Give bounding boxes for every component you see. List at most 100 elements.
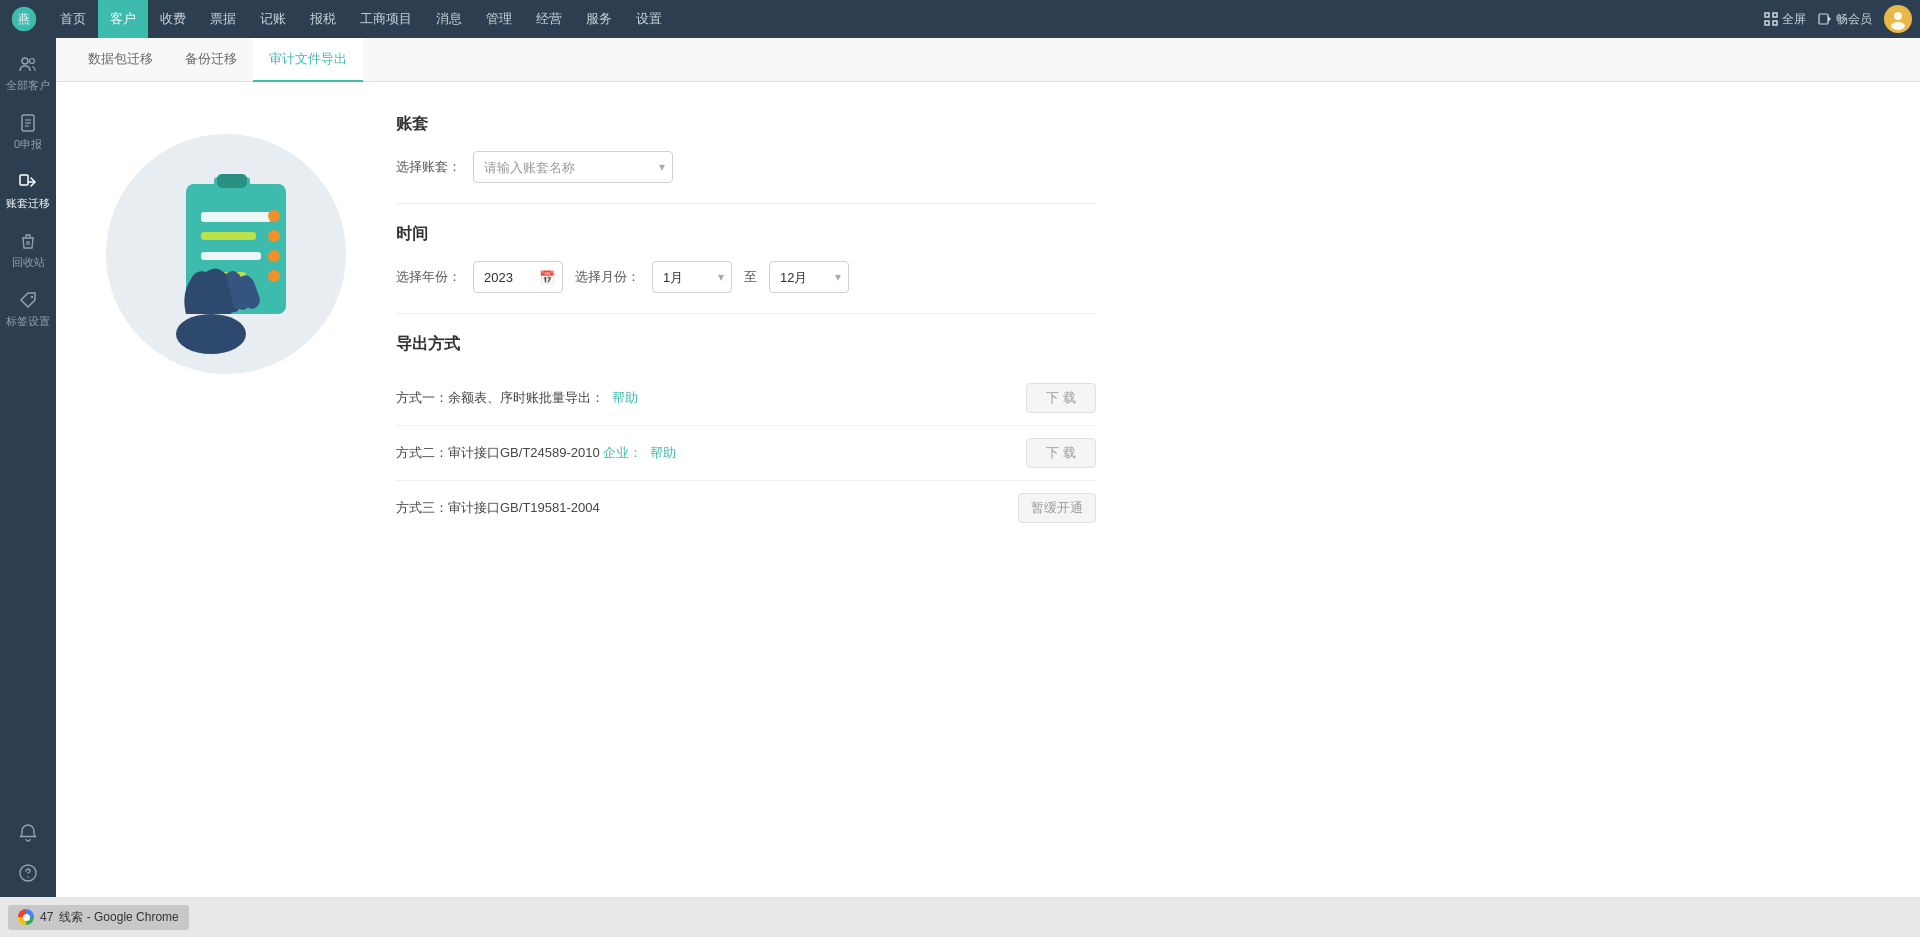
svg-point-32 — [268, 270, 280, 282]
nav-item-message[interactable]: 消息 — [424, 0, 474, 38]
svg-rect-4 — [1765, 21, 1769, 25]
form-area: 账套 选择账套： 请输入账套名称 时间 选择年份： � — [396, 114, 1096, 865]
method1-download-button[interactable]: 下 载 — [1026, 383, 1096, 413]
month-start-select-wrapper: 1月 2月 3月 4月 5月 6月 7月 8月 9月 10月 11月 12月 — [652, 261, 732, 293]
section-divider-2 — [396, 313, 1096, 314]
month-end-select[interactable]: 1月 2月 3月 4月 5月 6月 7月 8月 9月 10月 11月 12月 — [769, 261, 849, 293]
svg-point-35 — [176, 314, 246, 354]
trash-icon — [18, 231, 38, 251]
chrome-tab-count: 47 — [40, 910, 53, 924]
tab-audit-export[interactable]: 审计文件导出 — [253, 38, 363, 82]
svg-rect-26 — [201, 252, 261, 260]
bell-icon — [18, 823, 38, 843]
illustration-circle — [106, 134, 346, 374]
method2-company-link[interactable]: 企业： — [603, 445, 642, 460]
svg-rect-3 — [1773, 13, 1777, 17]
method2-download-button[interactable]: 下 载 — [1026, 438, 1096, 468]
method2-help-link[interactable]: 帮助 — [650, 445, 676, 460]
sidebar-item-label-settings[interactable]: 标签设置 — [0, 282, 56, 337]
chrome-taskbar-button[interactable]: 47 线索 - Google Chrome — [8, 905, 189, 930]
method1-help-link[interactable]: 帮助 — [612, 390, 638, 405]
vip-button[interactable]: 畅会员 — [1818, 11, 1872, 28]
export-method-3-label: 方式三：审计接口GB/T19581-2004 — [396, 499, 1018, 517]
svg-rect-24 — [201, 212, 271, 222]
declaration-icon — [18, 113, 38, 133]
svg-rect-34 — [217, 174, 247, 188]
time-form-row: 选择年份： 📅 选择月份： 1月 2月 3月 4月 5月 6月 — [396, 261, 1096, 293]
taskbar: 47 线索 - Google Chrome — [0, 897, 1920, 937]
export-method-1: 方式一：余额表、序时账批量导出： 帮助 下 载 — [396, 371, 1096, 426]
account-form-row: 选择账套： 请输入账套名称 — [396, 151, 1096, 183]
account-select[interactable]: 请输入账套名称 — [473, 151, 673, 183]
svg-rect-6 — [1819, 14, 1828, 24]
month-label: 选择月份： — [575, 268, 640, 286]
svg-rect-16 — [20, 175, 28, 185]
svg-point-9 — [1891, 22, 1905, 30]
month-end-select-wrapper: 1月 2月 3月 4月 5月 6月 7月 8月 9月 10月 11月 12月 — [769, 261, 849, 293]
svg-rect-5 — [1773, 21, 1777, 25]
svg-point-30 — [268, 230, 280, 242]
tab-backup-migration[interactable]: 备份迁移 — [169, 38, 253, 82]
svg-point-11 — [30, 59, 35, 64]
export-method-3: 方式三：审计接口GB/T19581-2004 暂缓开通 — [396, 481, 1096, 535]
chrome-icon — [18, 909, 34, 925]
nav-item-customers[interactable]: 客户 — [98, 0, 148, 38]
nav-item-tax[interactable]: 报税 — [298, 0, 348, 38]
migration-icon — [18, 172, 38, 192]
nav-item-invoice[interactable]: 票据 — [198, 0, 248, 38]
top-nav-right: 全屏 畅会员 — [1764, 5, 1912, 33]
nav-item-operation[interactable]: 经营 — [524, 0, 574, 38]
export-method-2-label: 方式二：审计接口GB/T24589-2010 企业： 帮助 — [396, 444, 1026, 462]
method3-soon-button[interactable]: 暂缓开通 — [1018, 493, 1096, 523]
time-separator: 至 — [744, 268, 757, 286]
illustration-area — [96, 114, 356, 865]
chrome-window-label: 线索 - Google Chrome — [59, 909, 178, 926]
nav-item-business[interactable]: 工商项目 — [348, 0, 424, 38]
svg-marker-7 — [1828, 16, 1831, 22]
export-method-2: 方式二：审计接口GB/T24589-2010 企业： 帮助 下 载 — [396, 426, 1096, 481]
year-input-wrapper: 📅 — [473, 261, 563, 293]
svg-point-10 — [22, 58, 28, 64]
main-layout: 全部客户 0申报 账套迁移 — [0, 38, 1920, 897]
sidebar-item-recycle[interactable]: 回收站 — [0, 223, 56, 278]
svg-text:燕: 燕 — [18, 12, 30, 26]
sidebar-item-all-customers[interactable]: 全部客户 — [0, 46, 56, 101]
account-label: 选择账套： — [396, 158, 461, 176]
nav-item-settings[interactable]: 设置 — [624, 0, 674, 38]
tabs-bar: 数据包迁移 备份迁移 审计文件导出 — [56, 38, 1920, 82]
fullscreen-icon — [1764, 12, 1778, 26]
sidebar-item-declaration[interactable]: 0申报 — [0, 105, 56, 160]
notification-icon-btn[interactable] — [12, 817, 44, 849]
sidebar-bottom — [12, 817, 44, 889]
nav-item-service[interactable]: 服务 — [574, 0, 624, 38]
time-section-title: 时间 — [396, 224, 1096, 245]
nav-item-home[interactable]: 首页 — [48, 0, 98, 38]
month-start-select[interactable]: 1月 2月 3月 4月 5月 6月 7月 8月 9月 10月 11月 12月 — [652, 261, 732, 293]
year-input[interactable] — [473, 261, 563, 293]
audit-illustration — [126, 144, 326, 364]
user-avatar[interactable] — [1884, 5, 1912, 33]
sidebar: 全部客户 0申报 账套迁移 — [0, 38, 56, 897]
year-label: 选择年份： — [396, 268, 461, 286]
page-content: 账套 选择账套： 请输入账套名称 时间 选择年份： � — [56, 82, 1920, 897]
svg-point-22 — [27, 876, 29, 878]
question-icon — [18, 863, 38, 883]
app-logo[interactable]: 燕 — [8, 3, 40, 35]
tab-data-migration[interactable]: 数据包迁移 — [72, 38, 169, 82]
nav-item-manage[interactable]: 管理 — [474, 0, 524, 38]
fullscreen-button[interactable]: 全屏 — [1764, 11, 1806, 28]
top-nav: 燕 首页 客户 收费 票据 记账 报税 工商项目 消息 管理 经营 服务 设置 … — [0, 0, 1920, 38]
svg-point-31 — [268, 250, 280, 262]
account-select-wrapper: 请输入账套名称 — [473, 151, 673, 183]
svg-rect-25 — [201, 232, 256, 240]
nav-item-bookkeeping[interactable]: 记账 — [248, 0, 298, 38]
export-section-title: 导出方式 — [396, 334, 1096, 355]
svg-point-29 — [268, 210, 280, 222]
sidebar-item-account-migration[interactable]: 账套迁移 — [0, 164, 56, 219]
nav-item-billing[interactable]: 收费 — [148, 0, 198, 38]
svg-rect-2 — [1765, 13, 1769, 17]
section-divider-1 — [396, 203, 1096, 204]
svg-point-8 — [1894, 12, 1902, 20]
users-icon — [18, 54, 38, 74]
help-icon-btn[interactable] — [12, 857, 44, 889]
